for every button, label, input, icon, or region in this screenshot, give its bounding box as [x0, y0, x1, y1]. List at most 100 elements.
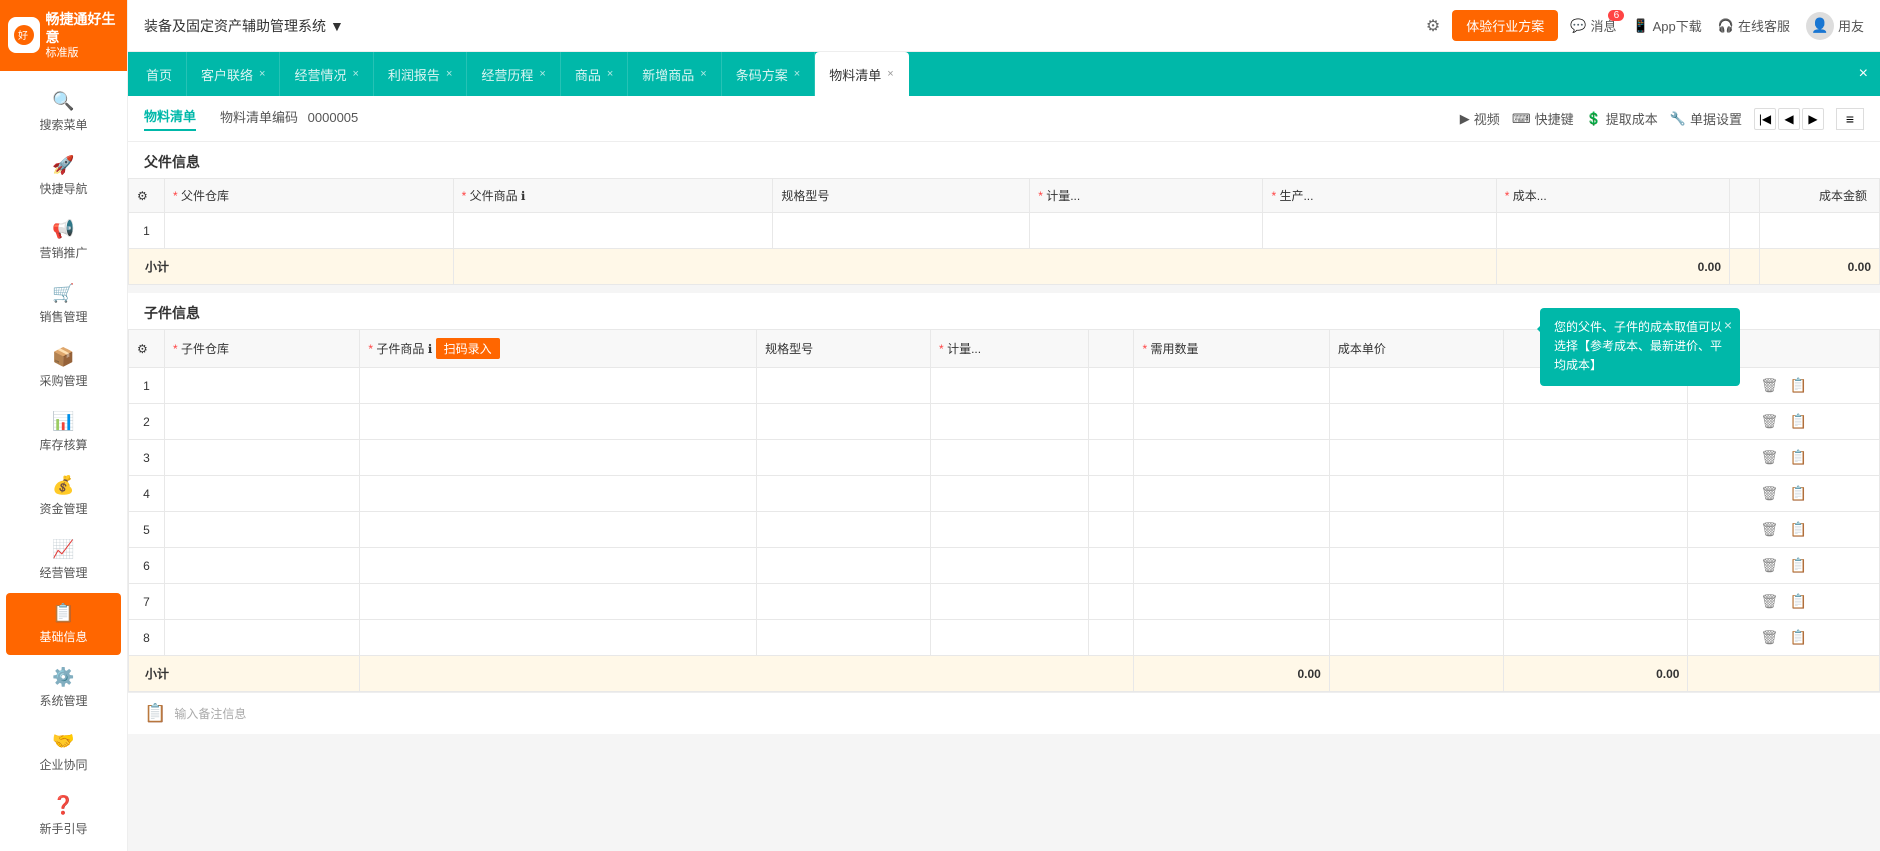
delete-row-4-button[interactable]: 🗑 — [1756, 483, 1782, 504]
child-spec-2[interactable] — [757, 404, 931, 440]
tab-goods[interactable]: 商品 × — [561, 52, 628, 96]
parent-cost-cell[interactable] — [1496, 213, 1729, 249]
parent-production-cell[interactable] — [1263, 213, 1496, 249]
child-cost-unit-5[interactable] — [1329, 512, 1503, 548]
tab-bom[interactable]: 物料清单 × — [815, 52, 908, 96]
copy-row-6-button[interactable]: 📋 — [1786, 555, 1811, 576]
tab-operation-status[interactable]: 经营情况 × — [280, 52, 373, 96]
copy-row-3-button[interactable]: 📋 — [1786, 447, 1811, 468]
child-warehouse-2[interactable] — [165, 404, 360, 440]
sidebar-item-system[interactable]: ⚙️ 系统管理 — [6, 657, 121, 719]
child-col-settings[interactable]: ⚙ — [129, 330, 165, 368]
parent-goods-cell[interactable] — [453, 213, 773, 249]
delete-row-2-button[interactable]: 🗑 — [1756, 411, 1782, 432]
parent-col-settings[interactable]: ⚙ — [129, 179, 165, 213]
child-warehouse-7[interactable] — [165, 584, 360, 620]
sidebar-item-guide[interactable]: ❓ 新手引导 — [6, 785, 121, 847]
copy-row-8-button[interactable]: 📋 — [1786, 627, 1811, 648]
child-spec-7[interactable] — [757, 584, 931, 620]
child-unit-3[interactable] — [931, 440, 1089, 476]
view-button[interactable]: ▶ 视频 — [1460, 109, 1500, 128]
child-spec-6[interactable] — [757, 548, 931, 584]
tab-close-icon[interactable]: × — [352, 68, 358, 80]
sidebar-item-sales[interactable]: 🛒 销售管理 — [6, 273, 121, 335]
gear-icon[interactable]: ⚙ — [1426, 16, 1440, 36]
tab-barcode[interactable]: 条码方案 × — [722, 52, 815, 96]
close-all-tabs-button[interactable]: × — [1851, 65, 1876, 83]
prev-page-button[interactable]: ◀ — [1778, 108, 1800, 130]
child-unit-7[interactable] — [931, 584, 1089, 620]
sidebar-item-inventory[interactable]: 📊 库存核算 — [6, 401, 121, 463]
scan-button[interactable]: 扫码录入 — [436, 338, 500, 359]
child-unit-5[interactable] — [931, 512, 1089, 548]
child-needed-qty-6[interactable] — [1134, 548, 1329, 584]
child-needed-qty-7[interactable] — [1134, 584, 1329, 620]
shortcut-button[interactable]: ⌨ 快捷键 — [1512, 109, 1574, 128]
child-needed-qty-5[interactable] — [1134, 512, 1329, 548]
tooltip-close-button[interactable]: × — [1724, 314, 1732, 336]
delete-row-3-button[interactable]: 🗑 — [1756, 447, 1782, 468]
sidebar-item-purchase[interactable]: 📦 采购管理 — [6, 337, 121, 399]
copy-row-5-button[interactable]: 📋 — [1786, 519, 1811, 540]
child-needed-qty-4[interactable] — [1134, 476, 1329, 512]
sidebar-item-operation[interactable]: 📈 经营管理 — [6, 529, 121, 591]
child-spec-3[interactable] — [757, 440, 931, 476]
child-needed-qty-1[interactable] — [1134, 368, 1329, 404]
child-warehouse-8[interactable] — [165, 620, 360, 656]
child-spec-4[interactable] — [757, 476, 931, 512]
child-warehouse-3[interactable] — [165, 440, 360, 476]
sidebar-item-collab[interactable]: 🤝 企业协同 — [6, 721, 121, 783]
parent-warehouse-cell[interactable] — [165, 213, 454, 249]
child-goods-1[interactable] — [360, 368, 757, 404]
parent-unit-cell[interactable] — [1030, 213, 1263, 249]
child-goods-6[interactable] — [360, 548, 757, 584]
delete-row-6-button[interactable]: 🗑 — [1756, 555, 1782, 576]
child-cost-unit-8[interactable] — [1329, 620, 1503, 656]
tab-new-goods[interactable]: 新增商品 × — [628, 52, 721, 96]
tab-close-icon[interactable]: × — [259, 68, 265, 80]
copy-row-1-button[interactable]: 📋 — [1786, 375, 1811, 396]
child-unit-1[interactable] — [931, 368, 1089, 404]
child-warehouse-5[interactable] — [165, 512, 360, 548]
tab-profit[interactable]: 利润报告 × — [374, 52, 467, 96]
copy-row-4-button[interactable]: 📋 — [1786, 483, 1811, 504]
child-goods-7[interactable] — [360, 584, 757, 620]
tab-close-icon[interactable]: × — [700, 68, 706, 80]
child-goods-5[interactable] — [360, 512, 757, 548]
sidebar-item-basic[interactable]: 📋 基础信息 — [6, 593, 121, 655]
extract-cost-button[interactable]: 💲 提取成本 — [1586, 109, 1658, 128]
delete-row-8-button[interactable]: 🗑 — [1756, 627, 1782, 648]
trial-button[interactable]: 体验行业方案 — [1452, 10, 1558, 41]
delete-row-7-button[interactable]: 🗑 — [1756, 591, 1782, 612]
child-cost-unit-6[interactable] — [1329, 548, 1503, 584]
online-service-button[interactable]: 🎧 在线客服 — [1718, 16, 1790, 35]
child-spec-8[interactable] — [757, 620, 931, 656]
child-needed-qty-8[interactable] — [1134, 620, 1329, 656]
child-cost-unit-3[interactable] — [1329, 440, 1503, 476]
child-unit-4[interactable] — [931, 476, 1089, 512]
child-warehouse-4[interactable] — [165, 476, 360, 512]
page-tab-list[interactable]: 物料清单 — [144, 106, 196, 131]
child-goods-3[interactable] — [360, 440, 757, 476]
first-page-button[interactable]: |◀ — [1754, 108, 1776, 130]
single-settings-button[interactable]: 🔧 单据设置 — [1670, 109, 1742, 128]
tab-close-icon[interactable]: × — [446, 68, 452, 80]
sidebar-item-finance[interactable]: 💰 资金管理 — [6, 465, 121, 527]
child-goods-4[interactable] — [360, 476, 757, 512]
user-button[interactable]: 👤 用友 — [1806, 12, 1864, 40]
tab-close-icon[interactable]: × — [794, 68, 800, 80]
child-goods-8[interactable] — [360, 620, 757, 656]
bottom-note-text[interactable]: 输入备注信息 — [174, 705, 246, 722]
child-unit-2[interactable] — [931, 404, 1089, 440]
system-title[interactable]: 装备及固定资产辅助管理系统 ▼ — [144, 16, 344, 36]
child-needed-qty-2[interactable] — [1134, 404, 1329, 440]
child-unit-6[interactable] — [931, 548, 1089, 584]
page-tab-edit[interactable]: 物料清单编码 0000005 — [220, 107, 358, 130]
parent-spec-cell[interactable] — [773, 213, 1030, 249]
message-button[interactable]: 💬 消息 6 — [1570, 16, 1616, 35]
table-view-button[interactable]: ≡ — [1836, 108, 1864, 130]
app-download-button[interactable]: 📱 App下载 — [1632, 16, 1701, 35]
sidebar-item-search[interactable]: 🔍 搜索菜单 — [6, 81, 121, 143]
child-cost-unit-2[interactable] — [1329, 404, 1503, 440]
child-spec-5[interactable] — [757, 512, 931, 548]
